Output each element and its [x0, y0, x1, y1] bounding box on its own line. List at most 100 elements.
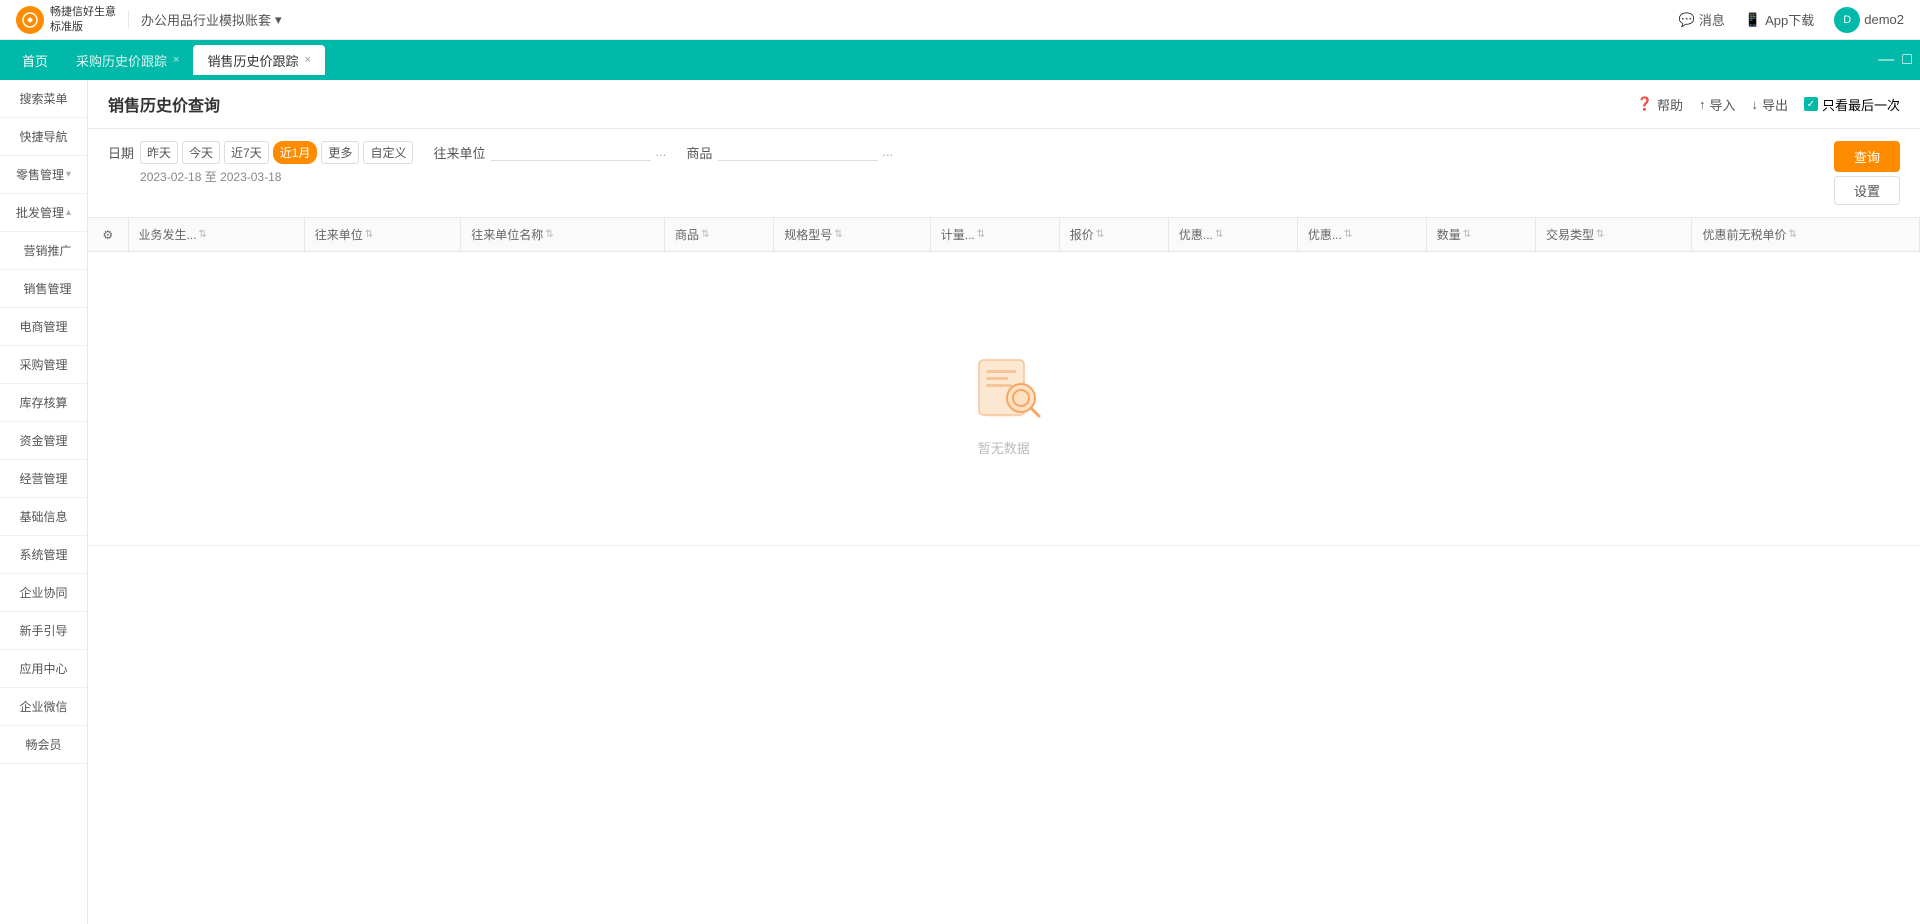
- sidebar-item-operations[interactable]: 经营管理: [0, 460, 87, 498]
- tab-minimize-btn[interactable]: —: [1878, 51, 1894, 69]
- date-btn-today[interactable]: 今天: [182, 141, 220, 164]
- sort-icon: ⇅: [545, 229, 553, 240]
- sidebar-item-retail-mgmt[interactable]: 零售管理 ▾: [0, 156, 87, 194]
- sidebar-item-wechat[interactable]: 企业微信: [0, 688, 87, 726]
- avatar: D: [1834, 7, 1860, 33]
- app-selector[interactable]: 办公用品行业模拟账套 ▾: [128, 10, 282, 29]
- message-icon: 💬: [1679, 12, 1695, 28]
- query-button[interactable]: 查询: [1834, 141, 1900, 172]
- tab-sales-history[interactable]: 销售历史价跟踪 ×: [193, 45, 324, 75]
- sidebar-operations-label: 经营管理: [19, 472, 67, 486]
- sort-icon: ⇅: [1215, 229, 1223, 240]
- selector-label: 办公用品行业模拟账套: [141, 10, 271, 29]
- col-quote[interactable]: 报价 ⇅: [1059, 218, 1168, 252]
- partner-picker-btn[interactable]: ...: [655, 144, 666, 159]
- chevron-down-icon: ▾: [275, 12, 282, 28]
- help-btn[interactable]: ❓ 帮助: [1637, 95, 1683, 114]
- date-btn-custom[interactable]: 自定义: [363, 141, 413, 164]
- top-bar: 畅捷信好生意 标准版 办公用品行业模拟账套 ▾ 💬 消息 📱 App下载 D d…: [0, 0, 1920, 40]
- tab-home-label: 首页: [22, 51, 48, 70]
- sidebar-guide-label: 新手引导: [19, 624, 67, 638]
- sort-icon: ⇅: [1344, 229, 1352, 240]
- import-btn[interactable]: ↑ 导入: [1699, 95, 1736, 114]
- sidebar-search-label: 搜索菜单: [19, 92, 67, 106]
- col-biz-date[interactable]: 业务发生... ⇅: [128, 218, 304, 252]
- sidebar-marketing-label: 营销推广: [23, 244, 71, 258]
- col-discount2[interactable]: 优惠... ⇅: [1297, 218, 1426, 252]
- date-btn-1month[interactable]: 近1月: [273, 141, 318, 164]
- date-btn-7days[interactable]: 近7天: [224, 141, 269, 164]
- import-label: 导入: [1709, 95, 1735, 114]
- col-unit[interactable]: 计量... ⇅: [930, 218, 1059, 252]
- sort-icon: ⇅: [1463, 229, 1471, 240]
- col-trade-type[interactable]: 交易类型 ⇅: [1535, 218, 1692, 252]
- page-actions: ❓ 帮助 ↑ 导入 ↓ 导出 ✓ 只看最后一次: [1637, 95, 1900, 114]
- sort-icon: ⇅: [365, 229, 373, 240]
- col-partner-code[interactable]: 往来单位 ⇅: [304, 218, 461, 252]
- date-btn-yesterday[interactable]: 昨天: [140, 141, 178, 164]
- logo-area: 畅捷信好生意 标准版: [16, 5, 116, 34]
- tab-home[interactable]: 首页: [8, 45, 62, 75]
- empty-text: 暂无数据: [978, 438, 1030, 457]
- sidebar-wholesale-label: 批发管理: [16, 204, 64, 221]
- page-title-bar: 销售历史价查询 ❓ 帮助 ↑ 导入 ↓ 导出 ✓ 只看最后一次: [88, 80, 1920, 129]
- date-range-display: 2023-02-18 至 2023-03-18: [140, 168, 413, 185]
- sort-icon: ⇅: [834, 229, 842, 240]
- sidebar-enterprise-label: 企业协同: [19, 586, 67, 600]
- partner-input[interactable]: [491, 141, 651, 161]
- empty-state: 暂无数据: [98, 260, 1910, 537]
- tab-sales-close[interactable]: ×: [304, 54, 310, 66]
- user-action[interactable]: D demo2: [1834, 7, 1904, 33]
- goods-filter-label: 商品: [686, 141, 712, 162]
- sort-icon: ⇅: [701, 229, 709, 240]
- sidebar-item-quick-nav[interactable]: 快捷导航: [0, 118, 87, 156]
- col-spec[interactable]: 规格型号 ⇅: [774, 218, 931, 252]
- partner-filter-label: 往来单位: [433, 141, 485, 162]
- sidebar-item-sales-mgmt[interactable]: 销售管理: [0, 270, 87, 308]
- only-last-checkbox[interactable]: ✓ 只看最后一次: [1804, 95, 1900, 114]
- sidebar-item-marketing[interactable]: 营销推广: [0, 232, 87, 270]
- export-btn[interactable]: ↓ 导出: [1751, 95, 1788, 114]
- sidebar-appcenter-label: 应用中心: [19, 662, 67, 676]
- tab-purchase-history[interactable]: 采购历史价跟踪 ×: [62, 45, 193, 75]
- empty-illustration: [959, 340, 1049, 430]
- app-download-action[interactable]: 📱 App下载: [1745, 10, 1814, 29]
- table-body: 暂无数据: [88, 252, 1920, 546]
- sidebar-item-ecommerce[interactable]: 电商管理: [0, 308, 87, 346]
- sidebar-item-wholesale-mgmt[interactable]: 批发管理 ▴: [0, 194, 87, 232]
- sidebar-item-guide[interactable]: 新手引导: [0, 612, 87, 650]
- col-discount1[interactable]: 优惠... ⇅: [1168, 218, 1297, 252]
- sidebar-item-search-menu[interactable]: 搜索菜单: [0, 80, 87, 118]
- message-action[interactable]: 💬 消息: [1679, 10, 1725, 29]
- tab-maximize-btn[interactable]: □: [1902, 51, 1912, 69]
- sort-icon: ⇅: [1096, 229, 1104, 240]
- tab-purchase-close[interactable]: ×: [173, 54, 179, 66]
- sidebar-system-label: 系统管理: [19, 548, 67, 562]
- sidebar-item-member[interactable]: 畅会员: [0, 726, 87, 764]
- sidebar-item-finance[interactable]: 资金管理: [0, 422, 87, 460]
- sidebar-item-purchase-mgmt[interactable]: 采购管理: [0, 346, 87, 384]
- sidebar-item-basic-info[interactable]: 基础信息: [0, 498, 87, 536]
- sidebar-finance-label: 资金管理: [19, 434, 67, 448]
- goods-input[interactable]: [718, 141, 878, 161]
- date-filter-label: 日期: [108, 141, 134, 162]
- sidebar: 搜索菜单 快捷导航 零售管理 ▾ 批发管理 ▴ 营销推广 销售管理 电商管理 采…: [0, 80, 88, 924]
- col-partner-name[interactable]: 往来单位名称 ⇅: [461, 218, 665, 252]
- sidebar-item-app-center[interactable]: 应用中心: [0, 650, 87, 688]
- sidebar-item-system[interactable]: 系统管理: [0, 536, 87, 574]
- username-label: demo2: [1864, 12, 1904, 27]
- col-settings[interactable]: ⚙: [88, 218, 128, 252]
- import-icon: ↑: [1699, 97, 1706, 112]
- sidebar-item-enterprise[interactable]: 企业协同: [0, 574, 87, 612]
- col-qty[interactable]: 数量 ⇅: [1426, 218, 1535, 252]
- tab-sales-label: 销售历史价跟踪: [207, 51, 298, 70]
- goods-picker-btn[interactable]: ...: [882, 144, 893, 159]
- sidebar-item-inventory[interactable]: 库存核算: [0, 384, 87, 422]
- settings-button[interactable]: 设置: [1834, 176, 1900, 205]
- col-goods[interactable]: 商品 ⇅: [665, 218, 774, 252]
- date-btn-more[interactable]: 更多: [321, 141, 359, 164]
- partner-input-group: ...: [491, 141, 666, 161]
- sidebar-purchase-label: 采购管理: [19, 358, 67, 372]
- col-pretax-price[interactable]: 优惠前无税单价 ⇅: [1692, 218, 1920, 252]
- chevron-down-icon: ▾: [66, 169, 71, 180]
